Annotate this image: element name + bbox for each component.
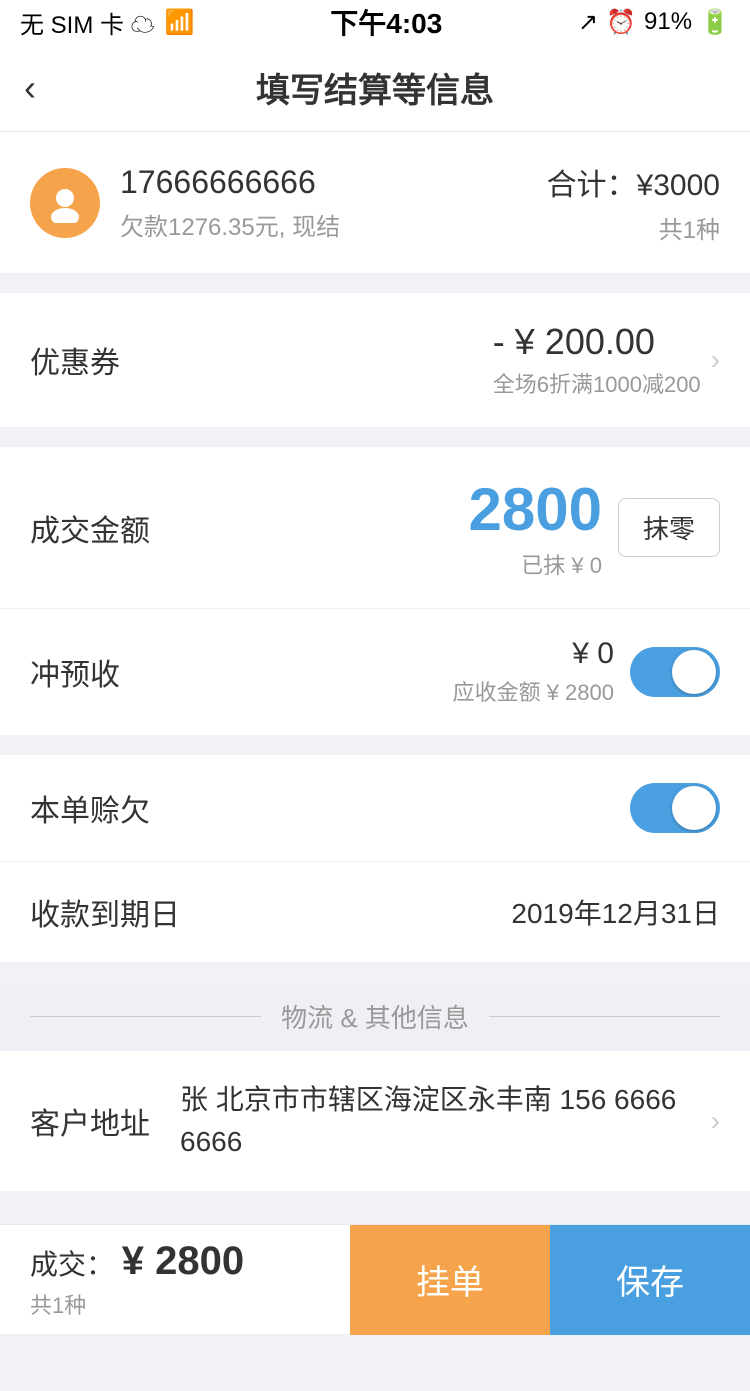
coupon-label: 优惠券 xyxy=(30,338,120,382)
divider-line-right xyxy=(489,1016,720,1017)
deal-right: 2800 已抹 ¥ 0 抹零 xyxy=(469,475,721,580)
divider-text: 物流 & 其他信息 xyxy=(281,998,469,1035)
coupon-right: - ¥ 200.00 全场6折满1000减200 › xyxy=(493,321,720,399)
customer-phone: 17666666666 xyxy=(120,164,340,201)
eraze-button[interactable]: 抹零 xyxy=(618,498,720,557)
status-right: ↗ ⏰ 91% 🔋 xyxy=(578,8,730,37)
location-icon: ↗ xyxy=(578,8,598,37)
debt-toggle-knob xyxy=(672,786,716,830)
no-sim-text: 无 SIM 卡 ☁ xyxy=(20,5,155,40)
deal-label: 成交金额 xyxy=(30,506,150,550)
bottom-deal-amount: ¥ 2800 xyxy=(122,1239,244,1283)
prepay-amount: ¥ 0 xyxy=(453,637,614,671)
save-button[interactable]: 保存 xyxy=(550,1225,750,1335)
bottom-bar: 成交： ¥ 2800 共1种 挂单 保存 xyxy=(0,1224,750,1334)
due-date-label: 收款到期日 xyxy=(30,890,180,934)
coupon-amount: - ¥ 200.00 xyxy=(493,321,701,363)
content-area: 17666666666 欠款1276.35元, 现结 合计：¥3000 共1种 … xyxy=(0,132,750,1391)
logistics-divider: 物流 & 其他信息 xyxy=(0,982,750,1051)
address-row[interactable]: 客户地址 张 北京市市辖区海淀区永丰南 156 6666 6666 › xyxy=(0,1051,750,1191)
ying-shou-text: 应收金额 ¥ 2800 xyxy=(453,675,614,707)
prepay-right: ¥ 0 应收金额 ¥ 2800 xyxy=(453,637,720,707)
product-count: 共1种 xyxy=(547,210,720,245)
due-date-right: 2019年12月31日 xyxy=(511,892,720,932)
due-date-value: 2019年12月31日 xyxy=(511,892,720,932)
due-date-row: 收款到期日 2019年12月31日 xyxy=(0,862,750,962)
coupon-row[interactable]: 优惠券 - ¥ 200.00 全场6折满1000减200 › xyxy=(0,293,750,427)
page-title: 填写结算等信息 xyxy=(256,63,494,112)
customer-left: 17666666666 欠款1276.35元, 现结 xyxy=(30,164,340,242)
back-button[interactable]: ‹ xyxy=(24,67,36,109)
prepay-toggle[interactable] xyxy=(630,647,720,697)
debt-label: 本单赊欠 xyxy=(30,786,150,830)
divider-line-left xyxy=(30,1016,261,1017)
customer-right: 合计：¥3000 共1种 xyxy=(547,160,720,245)
address-label: 客户地址 xyxy=(30,1099,150,1143)
deal-amount-value: 2800 xyxy=(469,475,602,544)
coupon-chevron-icon: › xyxy=(711,344,720,376)
prepay-row: 冲预收 ¥ 0 应收金额 ¥ 2800 xyxy=(0,609,750,735)
status-bar: 无 SIM 卡 ☁ 📶 下午4:03 ↗ ⏰ 91% 🔋 xyxy=(0,0,750,44)
customer-debt: 欠款1276.35元, 现结 xyxy=(120,207,340,242)
wifi-icon: 📶 xyxy=(165,8,195,37)
debt-toggle[interactable] xyxy=(630,783,720,833)
nav-bar: ‹ 填写结算等信息 xyxy=(0,44,750,132)
deal-section: 成交金额 2800 已抹 ¥ 0 抹零 冲预收 ¥ 0 应收金额 ¥ 2800 xyxy=(0,447,750,735)
customer-info: 17666666666 欠款1276.35元, 现结 xyxy=(120,164,340,242)
deal-amount-row: 成交金额 2800 已抹 ¥ 0 抹零 xyxy=(0,447,750,609)
bottom-deal-row: 成交： ¥ 2800 xyxy=(30,1239,320,1284)
battery-text: 91% xyxy=(644,8,692,36)
prepay-label: 冲预收 xyxy=(30,650,120,694)
yi-mo-text: 已抹 ¥ 0 xyxy=(469,548,602,580)
bottom-summary: 成交： ¥ 2800 共1种 xyxy=(0,1239,350,1320)
hang-button[interactable]: 挂单 xyxy=(350,1225,550,1335)
bottom-count: 共1种 xyxy=(30,1288,320,1320)
customer-card: 17666666666 欠款1276.35元, 现结 合计：¥3000 共1种 xyxy=(0,132,750,273)
coupon-desc: 全场6折满1000减200 xyxy=(493,367,701,399)
debt-row: 本单赊欠 xyxy=(0,755,750,862)
status-time: 下午4:03 xyxy=(330,2,442,42)
toggle-knob xyxy=(672,650,716,694)
battery-icon: 🔋 xyxy=(700,8,730,37)
bottom-deal-label: 成交： xyxy=(30,1249,114,1280)
avatar xyxy=(30,168,100,238)
alarm-icon: ⏰ xyxy=(606,8,636,37)
address-content: 张 北京市市辖区海淀区永丰南 156 6666 6666 xyxy=(180,1079,711,1163)
debt-right xyxy=(630,783,720,833)
total-amount: 合计：¥3000 xyxy=(547,160,720,204)
debt-section: 本单赊欠 收款到期日 2019年12月31日 xyxy=(0,755,750,962)
status-left: 无 SIM 卡 ☁ 📶 xyxy=(20,5,195,40)
address-chevron-icon: › xyxy=(711,1105,720,1137)
prepay-amounts: ¥ 0 应收金额 ¥ 2800 xyxy=(453,637,614,707)
